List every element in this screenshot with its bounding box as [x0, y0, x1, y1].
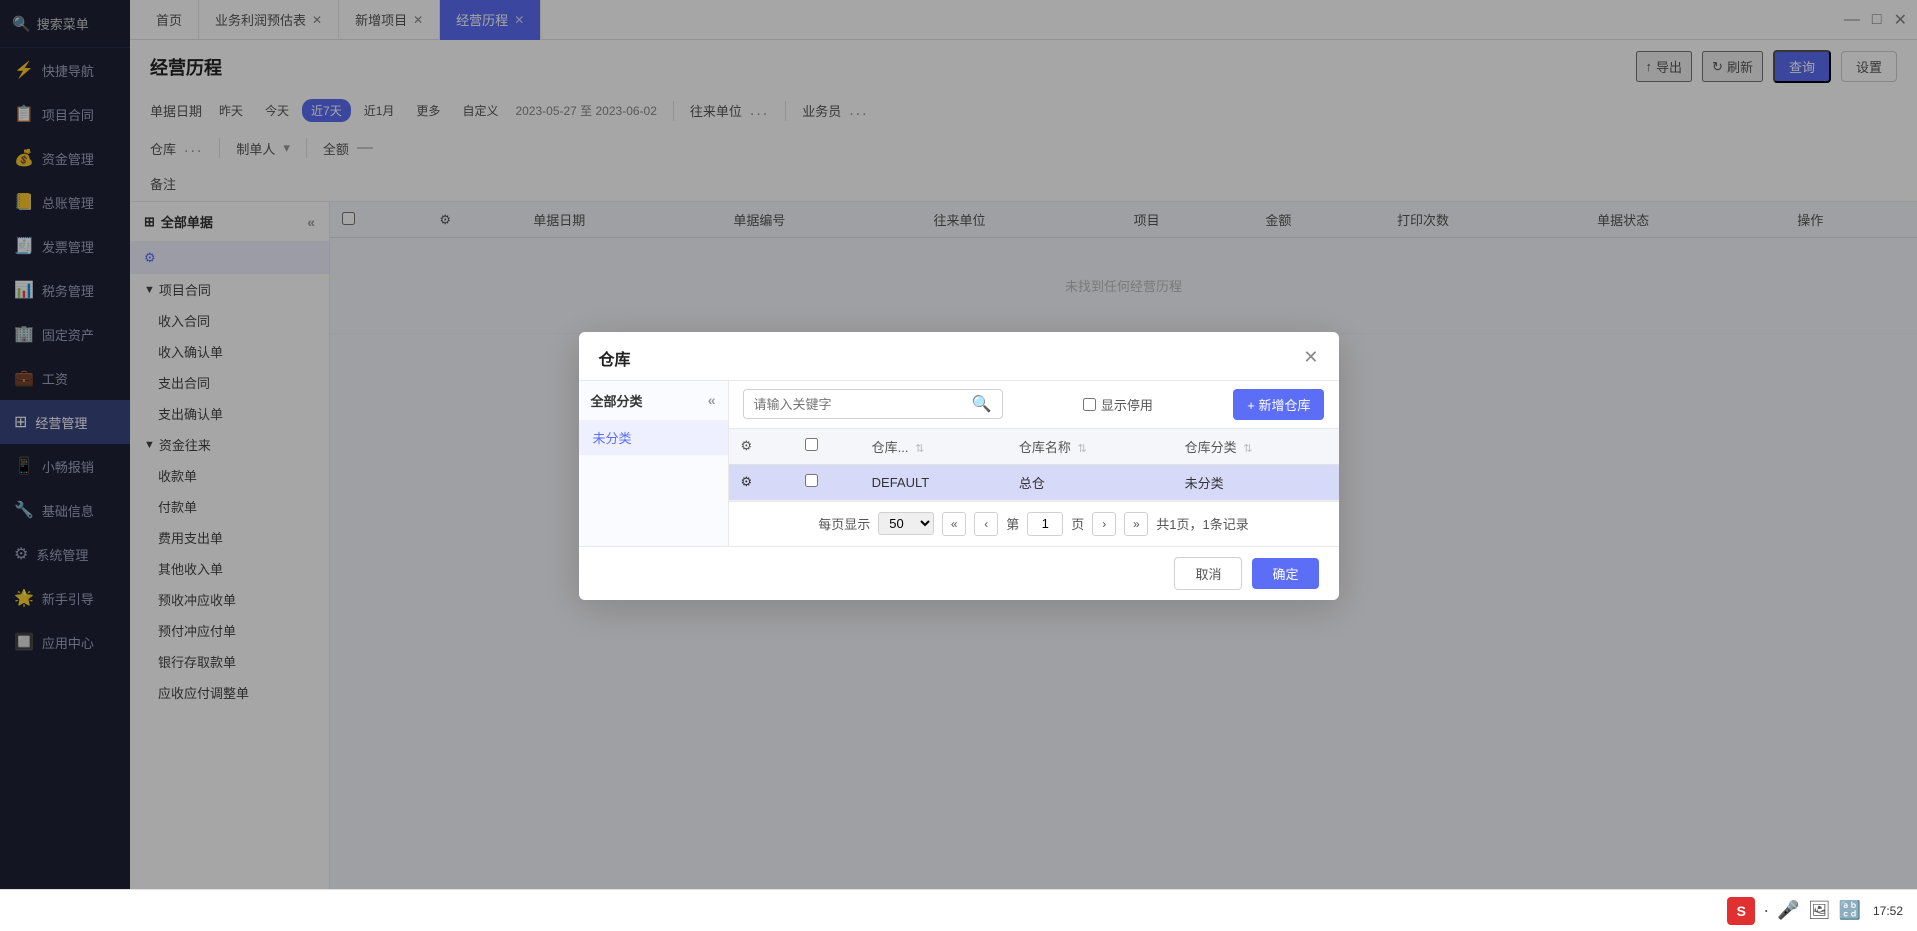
row-settings-icon: ⚙: [741, 474, 753, 489]
dialog-pagination: 每页显示 50 100 « ‹ 第 页 › » 共1页，1条记录: [729, 501, 1339, 546]
row-name: 总仓: [1007, 464, 1173, 500]
taskbar-logo: S: [1727, 897, 1755, 925]
add-warehouse-button[interactable]: + 新增仓库: [1233, 389, 1324, 420]
col-checkbox-all: [793, 429, 860, 465]
dialog-search-box: 🔍: [743, 389, 1003, 419]
dialog-prev-page[interactable]: ‹: [974, 512, 998, 536]
dialog-close-button[interactable]: ✕: [1303, 347, 1318, 368]
dialog-page-suffix: 页: [1071, 514, 1084, 533]
dialog-footer-actions: 取消 确定: [579, 546, 1339, 600]
dialog-sidebar-item-weifenlei[interactable]: 未分类: [579, 420, 728, 455]
taskbar-time: 17:52: [1873, 904, 1903, 918]
col-name: 仓库名称 ⇅: [1007, 429, 1173, 465]
row-select-checkbox[interactable]: [805, 474, 818, 487]
row-category: 未分类: [1173, 464, 1339, 500]
search-icon: 🔍: [972, 394, 992, 414]
dialog-search-input[interactable]: [754, 397, 966, 412]
dialog-last-page[interactable]: »: [1124, 512, 1148, 536]
dialog-sidebar-header: 全部分类 «: [579, 381, 728, 420]
dialog-sidebar-collapse[interactable]: «: [708, 392, 716, 408]
sort-icon-name: ⇅: [1078, 443, 1087, 455]
dialog-title: 仓库: [599, 346, 631, 370]
dialog-body: 全部分类 « 未分类 🔍 显示停用: [579, 381, 1339, 546]
dialog-page-size-select[interactable]: 50 100: [878, 512, 934, 535]
taskbar-icon-1[interactable]: ·: [1763, 900, 1769, 921]
confirm-button[interactable]: 确定: [1252, 558, 1318, 589]
row-checkbox: [793, 464, 860, 500]
dialog-next-page[interactable]: ›: [1092, 512, 1116, 536]
dialog-table-container: ⚙ 仓库... ⇅ 仓库名称 ⇅: [729, 429, 1339, 501]
show-disabled-label[interactable]: 显示停用: [1083, 395, 1153, 414]
taskbar: S · 🎤 🖼 🔡 17:52: [0, 889, 1917, 931]
col-category: 仓库分类 ⇅: [1173, 429, 1339, 465]
dialog-table: ⚙ 仓库... ⇅ 仓库名称 ⇅: [729, 429, 1339, 501]
modal-overlay: 仓库 ✕ 全部分类 « 未分类 🔍: [0, 0, 1917, 931]
dialog-page-input[interactable]: [1027, 512, 1063, 536]
dialog-main: 🔍 显示停用 + 新增仓库 ⚙: [729, 381, 1339, 546]
sort-icon-category: ⇅: [1243, 443, 1252, 455]
taskbar-icon-2[interactable]: 🎤: [1777, 900, 1799, 921]
dialog-sidebar: 全部分类 « 未分类: [579, 381, 729, 546]
show-disabled-checkbox[interactable]: [1083, 398, 1096, 411]
dialog-total-info: 共1页，1条记录: [1156, 514, 1248, 533]
dialog-first-page[interactable]: «: [942, 512, 966, 536]
row-code: DEFAULT: [860, 464, 1007, 500]
dialog-toolbar: 🔍 显示停用 + 新增仓库: [729, 381, 1339, 429]
sort-icon-code: ⇅: [915, 443, 924, 455]
col-code: 仓库... ⇅: [860, 429, 1007, 465]
dialog-sidebar-all-label: 全部分类: [591, 391, 643, 410]
dialog-page-label: 第: [1006, 514, 1019, 533]
table-row[interactable]: ⚙ DEFAULT 总仓 未分类: [729, 464, 1339, 500]
taskbar-icon-4[interactable]: 🔡: [1839, 900, 1861, 921]
warehouse-dialog: 仓库 ✕ 全部分类 « 未分类 🔍: [579, 332, 1339, 600]
col-settings-icon: ⚙: [729, 429, 793, 465]
cancel-button[interactable]: 取消: [1174, 557, 1242, 590]
row-settings: ⚙: [729, 464, 793, 500]
taskbar-icon-3[interactable]: 🖼: [1808, 900, 1831, 921]
dialog-page-size-label: 每页显示: [818, 514, 870, 533]
dialog-select-all[interactable]: [805, 438, 818, 451]
dialog-header: 仓库 ✕: [579, 332, 1339, 381]
